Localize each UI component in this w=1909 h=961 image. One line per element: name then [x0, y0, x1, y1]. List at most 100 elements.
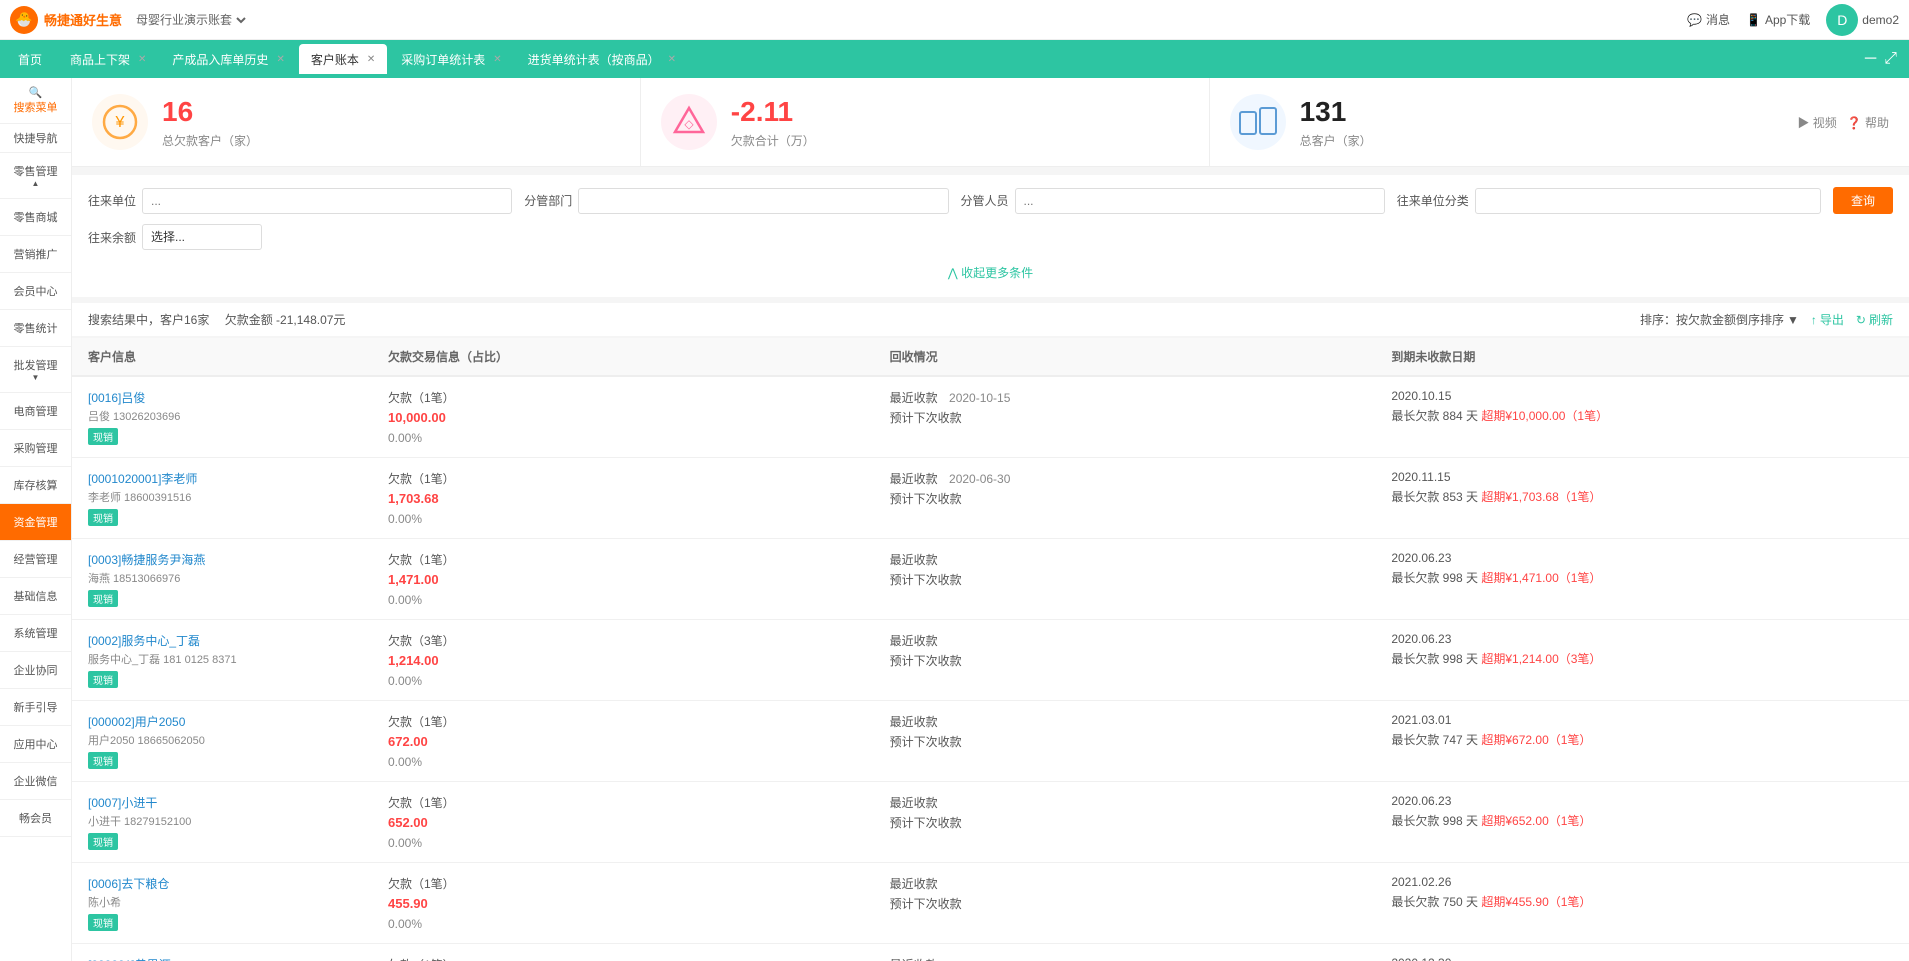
debt-amount-3[interactable]: 1,214.00 [388, 653, 890, 668]
overdue-link-4[interactable]: 超期¥672.00（1笔） [1481, 733, 1591, 747]
message-btn[interactable]: 💬 消息 [1687, 11, 1730, 28]
collect-next-6: 预计下次收款 [890, 895, 1392, 912]
sidebar: 🔍 搜索菜单 快捷导航 零售管理 ▲ 零售商城 营销推广 会员中心 零售统计 [0, 78, 72, 961]
message-icon: 💬 [1687, 13, 1702, 27]
export-btn[interactable]: ↑ 导出 [1811, 311, 1844, 328]
tab-purchase-order[interactable]: 采购订单统计表 ✕ [389, 44, 513, 74]
collect-label-5: 最近收款 [890, 794, 1392, 811]
customer-tag-6: 现销 [88, 914, 118, 931]
sidebar-item-enterprise[interactable]: 企业协同 [0, 652, 71, 689]
filter-category-select[interactable] [1475, 188, 1821, 214]
filter-manager-input[interactable] [1015, 188, 1385, 214]
customer-phone-0: 吕俊 13026203696 [88, 408, 388, 424]
expire-date-7: 2020.12.30 [1391, 956, 1893, 961]
sidebar-item-quick-nav[interactable]: 快捷导航 [0, 124, 71, 153]
debt-amount-5[interactable]: 652.00 [388, 815, 890, 830]
tab-product-history[interactable]: 产成品入库单历史 ✕ [160, 44, 296, 74]
expire-days-2: 最长欠款 998 天 [1391, 571, 1481, 585]
tab-minimize-icon[interactable]: ─ [1865, 50, 1876, 68]
avatar-icon: D [1826, 4, 1858, 36]
debt-amount-6[interactable]: 455.90 [388, 896, 890, 911]
customer-name-5[interactable]: [0007]小进干 [88, 794, 388, 811]
customer-name-7[interactable]: [000001]黄思源 [88, 956, 388, 961]
stats-row: ¥ 16 总欠款客户（家） ◇ -2.11 欠款合计（万） [72, 78, 1909, 167]
expire-date-2: 2020.06.23 [1391, 551, 1893, 565]
customer-name-4[interactable]: [000002]用户2050 [88, 713, 388, 730]
sidebar-item-retail-store[interactable]: 零售商城 [0, 199, 71, 236]
expand-filters-row[interactable]: ⋀ 收起更多条件 [88, 260, 1893, 285]
sidebar-item-member[interactable]: 会员中心 [0, 273, 71, 310]
collect-next-5: 预计下次收款 [890, 814, 1392, 831]
debt-amount-4[interactable]: 672.00 [388, 734, 890, 749]
content-area: ¥ 16 总欠款客户（家） ◇ -2.11 欠款合计（万） [72, 78, 1909, 961]
overdue-link-0[interactable]: 超期¥10,000.00（1笔） [1481, 409, 1608, 423]
overdue-link-6[interactable]: 超期¥455.90（1笔） [1481, 895, 1591, 909]
sidebar-item-vip[interactable]: 畅会员 [0, 800, 71, 837]
total-customers-label: 总客户（家） [1300, 132, 1758, 149]
sidebar-item-wechat[interactable]: 企业微信 [0, 763, 71, 800]
overdue-link-5[interactable]: 超期¥652.00（1笔） [1481, 814, 1591, 828]
close-tab-product-status[interactable]: ✕ [138, 54, 146, 65]
close-tab-import-stats[interactable]: ✕ [668, 54, 676, 65]
video-btn[interactable]: ▶ 视频 [1797, 114, 1836, 131]
help-btn[interactable]: ❓ 帮助 [1847, 114, 1889, 131]
customer-tag-5: 现销 [88, 833, 118, 850]
sidebar-item-retail-mgmt[interactable]: 零售管理 ▲ [0, 153, 71, 199]
debt-amount-1[interactable]: 1,703.68 [388, 491, 890, 506]
filter-department-select[interactable] [578, 188, 948, 214]
sidebar-item-ecommerce[interactable]: 电商管理 [0, 393, 71, 430]
customer-tag-2: 现销 [88, 590, 118, 607]
expire-date-0: 2020.10.15 [1391, 389, 1893, 403]
debt-amount-0[interactable]: 10,000.00 [388, 410, 890, 425]
close-tab-purchase-order[interactable]: ✕ [493, 54, 501, 65]
debt-amount-2[interactable]: 1,471.00 [388, 572, 890, 587]
customer-name-2[interactable]: [0003]畅捷服务尹海燕 [88, 551, 388, 568]
search-button[interactable]: 查询 [1833, 187, 1893, 214]
overdue-link-2[interactable]: 超期¥1,471.00（1笔） [1481, 571, 1601, 585]
sidebar-item-purchase[interactable]: 采购管理 [0, 430, 71, 467]
customer-name-0[interactable]: [0016]吕俊 [88, 389, 388, 406]
customer-name-1[interactable]: [0001020001]李老师 [88, 470, 388, 487]
refresh-btn[interactable]: ↻ 刷新 [1856, 311, 1893, 328]
debt-info-0: 欠款（1笔） 10,000.00 0.00% [388, 389, 890, 445]
tab-customer-account[interactable]: 客户账本 ✕ [299, 44, 387, 74]
app-download-btn[interactable]: 📱 App下载 [1746, 11, 1810, 28]
customer-phone-1: 李老师 18600391516 [88, 489, 388, 505]
sidebar-item-marketing[interactable]: 营销推广 [0, 236, 71, 273]
sort-label[interactable]: 排序：按欠款金额倒序排序 ▼ [1640, 311, 1799, 328]
customer-name-6[interactable]: [0006]去下粮仓 [88, 875, 388, 892]
collect-info-3: 最近收款 预计下次收款 [890, 632, 1392, 672]
sidebar-item-newbie[interactable]: 新手引导 [0, 689, 71, 726]
sidebar-item-operations[interactable]: 经营管理 [0, 541, 71, 578]
store-select[interactable]: 母婴行业演示账套 [132, 12, 249, 28]
sidebar-item-retail-stats[interactable]: 零售统计 [0, 310, 71, 347]
tab-expand-icon[interactable]: ⤢ [1884, 50, 1897, 68]
overdue-link-1[interactable]: 超期¥1,703.68（1笔） [1481, 490, 1601, 504]
close-tab-product-history[interactable]: ✕ [276, 54, 284, 65]
sidebar-item-batch-mgmt[interactable]: 批发管理 ▼ [0, 347, 71, 393]
sidebar-item-search[interactable]: 🔍 搜索菜单 [0, 78, 71, 124]
collect-next-4: 预计下次收款 [890, 733, 1392, 750]
overdue-link-3[interactable]: 超期¥1,214.00（3笔） [1481, 652, 1601, 666]
debt-ratio-4: 0.00% [388, 755, 890, 769]
tab-product-status[interactable]: 商品上下架 ✕ [58, 44, 158, 74]
tab-home[interactable]: 首页 [4, 44, 56, 74]
table-row: [0001020001]李老师 李老师 18600391516 现销 欠款（1笔… [72, 458, 1909, 539]
sidebar-item-system[interactable]: 系统管理 [0, 615, 71, 652]
filter-balance-select[interactable]: 选择... [142, 224, 262, 250]
sidebar-item-basic-info[interactable]: 基础信息 [0, 578, 71, 615]
tab-bar: 首页 商品上下架 ✕ 产成品入库单历史 ✕ 客户账本 ✕ 采购订单统计表 ✕ 进… [0, 40, 1909, 78]
sidebar-item-finance[interactable]: 资金管理 [0, 504, 71, 541]
filter-partner: 往来单位 [88, 188, 512, 214]
sidebar-item-inventory[interactable]: 库存核算 [0, 467, 71, 504]
filter-partner-input[interactable] [142, 188, 512, 214]
tab-import-stats[interactable]: 进货单统计表（按商品） ✕ [516, 44, 688, 74]
collect-label-3: 最近收款 [890, 632, 1392, 649]
expire-info-5: 2020.06.23 最长欠款 998 天 超期¥652.00（1笔） [1391, 794, 1893, 829]
filter-balance-label: 往来余额 [88, 229, 136, 246]
close-tab-customer-account[interactable]: ✕ [367, 54, 375, 65]
customer-name-3[interactable]: [0002]服务中心_丁磊 [88, 632, 388, 649]
user-avatar[interactable]: D demo2 [1826, 4, 1899, 36]
expire-info-1: 2020.11.15 最长欠款 853 天 超期¥1,703.68（1笔） [1391, 470, 1893, 505]
sidebar-item-app-center[interactable]: 应用中心 [0, 726, 71, 763]
